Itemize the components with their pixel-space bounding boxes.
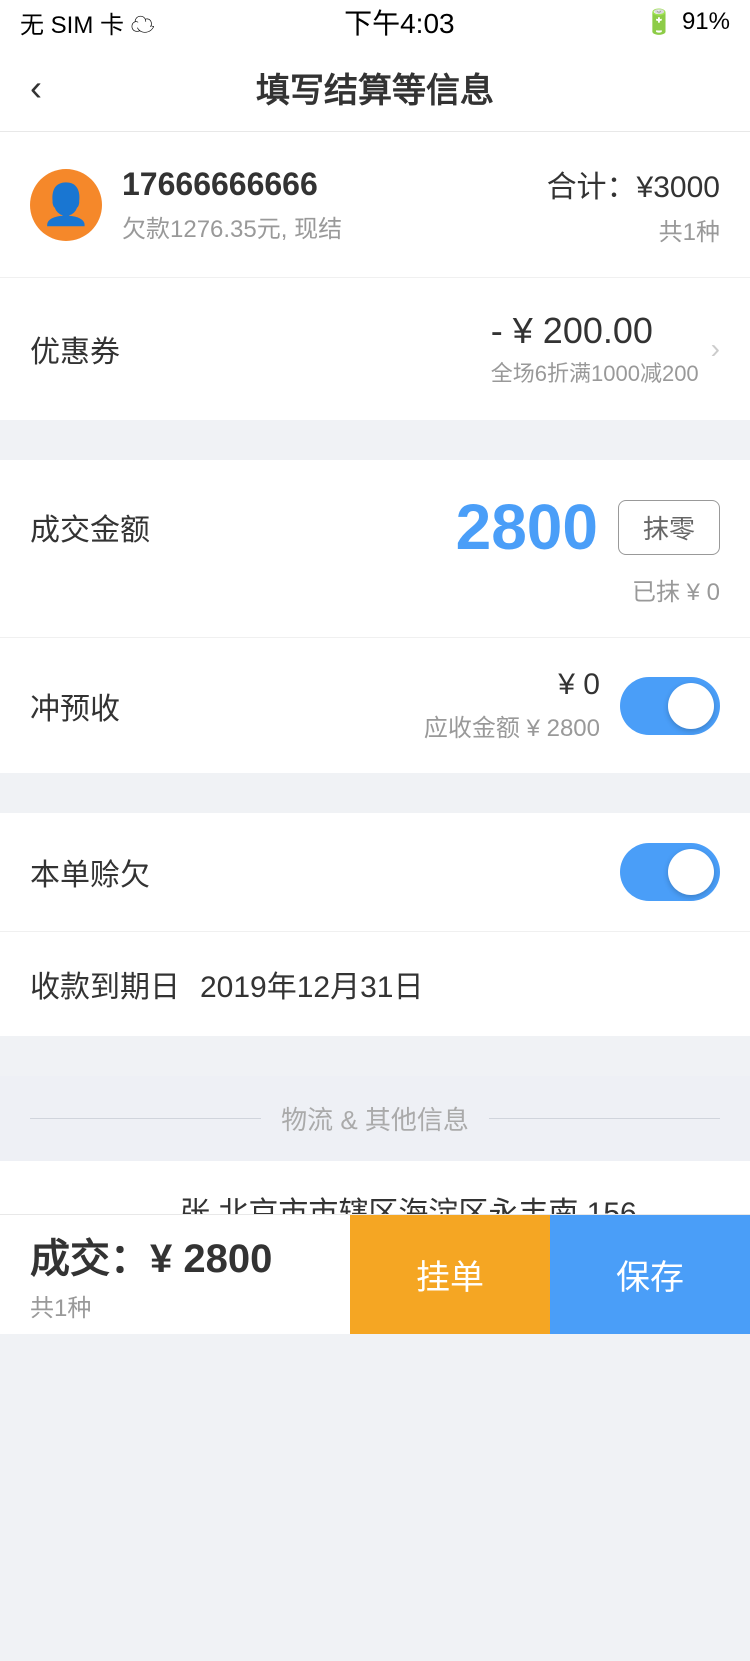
bottom-kinds: 共1种 <box>30 1288 320 1323</box>
customer-debt: 欠款1276.35元, 现结 <box>122 209 342 244</box>
bottom-summary: 成交：¥ 2800 共1种 <box>0 1226 350 1323</box>
divider-1 <box>0 440 750 460</box>
bottom-bar: 成交：¥ 2800 共1种 挂单 保存 <box>0 1214 750 1334</box>
battery-icon: 🔋 <box>644 8 674 37</box>
deal-row: 成交金额 2800 抹零 <box>30 490 720 564</box>
deal-section: 成交金额 2800 抹零 已抹 ¥ 0 <box>0 460 750 637</box>
deal-right: 2800 抹零 <box>456 490 720 564</box>
duedate-section: 收款到期日 2019年12月31日 <box>0 931 750 1036</box>
avatar: 👤 <box>30 169 102 241</box>
divider-3 <box>0 1056 750 1076</box>
precharge-right: ¥ 0 应收金额 ¥ 2800 <box>424 668 720 743</box>
sim-status: 无 SIM 卡 ☁ <box>20 5 155 40</box>
coupon-right: - ¥ 200.00 全场6折满1000减200 › <box>491 310 720 388</box>
debit-toggle[interactable] <box>620 843 720 901</box>
page-title: 填写结算等信息 <box>256 63 494 112</box>
total-kinds: 共1种 <box>547 212 720 247</box>
deal-card: 成交金额 2800 抹零 已抹 ¥ 0 冲预收 ¥ 0 应收金额 ¥ 2800 <box>0 460 750 773</box>
logistics-label: 物流 & 其他信息 <box>281 1100 469 1137</box>
save-button[interactable]: 保存 <box>550 1215 750 1334</box>
coupon-row[interactable]: 优惠券 - ¥ 200.00 全场6折满1000减200 › <box>0 277 750 420</box>
nav-bar: ‹ 填写结算等信息 <box>0 44 750 132</box>
bottom-deal-label: 成交： <box>30 1237 150 1281</box>
precharge-label: 冲预收 <box>30 684 120 728</box>
debit-section: 本单赊欠 <box>0 813 750 931</box>
avatar-icon: 👤 <box>41 181 91 228</box>
bottom-deal-amount: ¥ 2800 <box>150 1237 272 1281</box>
duedate-value: 2019年12月31日 <box>200 962 423 1006</box>
deal-wiped: 已抹 ¥ 0 <box>30 572 720 607</box>
coupon-chevron-icon: › <box>711 333 720 365</box>
content: 👤 17666666666 欠款1276.35元, 现结 合计：¥3000 共1… <box>0 132 750 1661</box>
duedate-label: 收款到期日 <box>30 962 180 1006</box>
coupon-amount: - ¥ 200.00 <box>491 310 699 352</box>
precharge-row: 冲预收 ¥ 0 应收金额 ¥ 2800 <box>30 668 720 743</box>
status-left: 无 SIM 卡 ☁ <box>20 5 155 40</box>
coupon-desc: 全场6折满1000减200 <box>491 356 699 388</box>
customer-right: 合计：¥3000 共1种 <box>547 162 720 247</box>
deal-label: 成交金额 <box>30 505 150 549</box>
sep-line-right <box>489 1118 720 1119</box>
precharge-sub: 应收金额 ¥ 2800 <box>424 708 600 743</box>
sep-line-left <box>30 1118 261 1119</box>
hang-button[interactable]: 挂单 <box>350 1215 550 1334</box>
logistics-separator: 物流 & 其他信息 <box>0 1076 750 1161</box>
customer-info: 17666666666 欠款1276.35元, 现结 <box>122 166 342 244</box>
customer-phone: 17666666666 <box>122 166 342 203</box>
divider-2 <box>0 793 750 813</box>
deal-amount-value: 2800 <box>456 490 598 564</box>
precharge-toggle[interactable] <box>620 677 720 735</box>
debit-card: 本单赊欠 收款到期日 2019年12月31日 <box>0 813 750 1036</box>
total-amount: 合计：¥3000 <box>547 162 720 206</box>
duedate-row: 收款到期日 2019年12月31日 <box>30 962 720 1006</box>
customer-card: 👤 17666666666 欠款1276.35元, 现结 合计：¥3000 共1… <box>0 132 750 420</box>
precharge-amount: ¥ 0 <box>424 668 600 702</box>
status-time: 下午4:03 <box>344 2 455 42</box>
debit-label: 本单赊欠 <box>30 850 150 894</box>
bottom-deal: 成交：¥ 2800 <box>30 1226 320 1284</box>
round-button[interactable]: 抹零 <box>618 500 720 555</box>
customer-row: 👤 17666666666 欠款1276.35元, 现结 合计：¥3000 共1… <box>0 132 750 277</box>
back-button[interactable]: ‹ <box>30 67 42 109</box>
coupon-label: 优惠券 <box>30 327 120 371</box>
battery-percent: 91% <box>682 8 730 36</box>
status-bar: 无 SIM 卡 ☁ 下午4:03 🔋 91% <box>0 0 750 44</box>
status-right: 🔋 91% <box>644 8 730 37</box>
customer-left: 👤 17666666666 欠款1276.35元, 现结 <box>30 166 342 244</box>
precharge-section: 冲预收 ¥ 0 应收金额 ¥ 2800 <box>0 637 750 773</box>
empty-area <box>0 1331 750 1531</box>
bottom-actions: 挂单 保存 <box>350 1215 750 1334</box>
